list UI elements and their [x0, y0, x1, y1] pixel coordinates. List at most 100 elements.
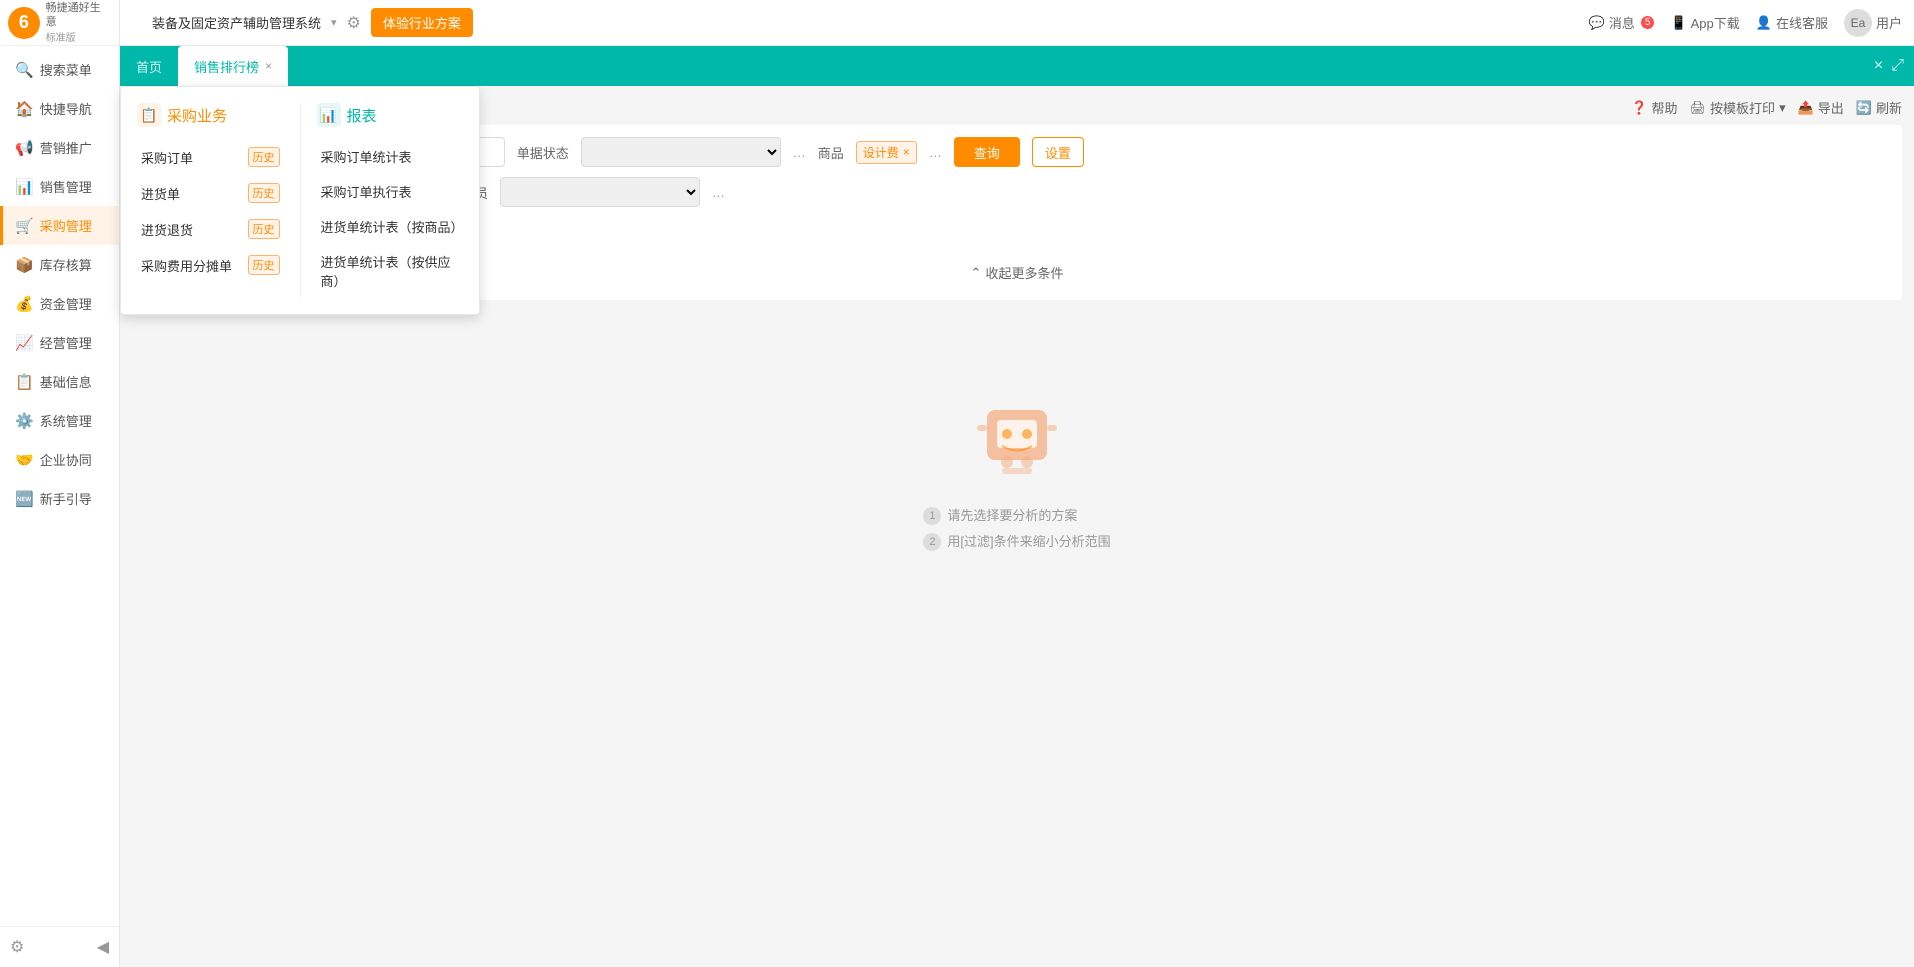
- dropdown-cols: 📋 采购业务 采购订单 历史 进货单 历史 进货退货 历史 采购费用分摊单 历史: [137, 103, 463, 298]
- menu-item-incoming-return[interactable]: 进货退货 历史: [137, 211, 284, 247]
- logo-name: 畅捷通好生意: [46, 1, 111, 30]
- sidebar-item-operations[interactable]: 📈 经营管理: [0, 323, 119, 362]
- menu-item-purchase-order[interactable]: 采购订单 历史: [137, 139, 284, 175]
- menu-item-incoming-stats-goods[interactable]: 进货单统计表（按商品）: [317, 209, 464, 244]
- hint-num-2: 2: [923, 533, 941, 551]
- service-icon: 👤: [1756, 15, 1772, 31]
- message-action[interactable]: 💬 消息 5: [1589, 13, 1655, 32]
- sidebar-item-enterprise[interactable]: 🤝 企业协同: [0, 440, 119, 479]
- print-action[interactable]: 🖨 按模板打印 ▾: [1690, 98, 1786, 117]
- salesman-select[interactable]: [500, 177, 700, 207]
- incoming-return-label: 进货退货: [141, 220, 193, 239]
- search-icon: 🔍: [15, 61, 34, 79]
- menu-item-purchase-expense[interactable]: 采购费用分摊单 历史: [137, 247, 284, 283]
- incoming-label: 进货单: [141, 184, 180, 203]
- industry-btn[interactable]: 体验行业方案: [371, 8, 473, 37]
- hint-item-2: 2 用[过滤]条件来缩小分析范围: [923, 529, 1110, 555]
- print-dropdown-icon[interactable]: ▾: [1779, 100, 1786, 116]
- finance-icon: 💰: [15, 295, 34, 313]
- menu-item-purchase-order-exec[interactable]: 采购订单执行表: [317, 174, 464, 209]
- search-button[interactable]: 查询: [954, 137, 1020, 167]
- tab-home-label: 首页: [136, 57, 162, 76]
- guide-icon: 🆕: [15, 490, 34, 508]
- menu-item-incoming[interactable]: 进货单 历史: [137, 175, 284, 211]
- collapse-sidebar-icon[interactable]: ◀: [97, 937, 109, 957]
- sales-icon: 📊: [15, 178, 34, 196]
- collapse-up-icon: ⌃: [971, 265, 982, 281]
- goods-dots[interactable]: …: [929, 145, 942, 160]
- purchase-expense-history: 历史: [248, 255, 280, 275]
- online-service-action[interactable]: 👤 在线客服: [1756, 13, 1828, 32]
- sidebar-label-sales: 销售管理: [40, 177, 92, 196]
- help-label: 帮助: [1652, 98, 1678, 117]
- header-settings-icon[interactable]: ⚙: [347, 13, 361, 33]
- header-middle: 装备及固定资产辅助管理系统 ▾ ⚙ 体验行业方案: [132, 8, 1589, 37]
- system-title: 装备及固定资产辅助管理系统: [152, 13, 321, 32]
- export-action[interactable]: 📤 导出: [1798, 98, 1844, 117]
- system-dropdown-icon[interactable]: ▾: [331, 16, 337, 29]
- tab-sales-rank[interactable]: 销售排行榜 ×: [178, 46, 288, 86]
- online-service-label: 在线客服: [1776, 13, 1828, 32]
- logo-icon: 6: [8, 7, 40, 39]
- sidebar-label-guide: 新手引导: [40, 489, 92, 508]
- user-label: 用户: [1876, 13, 1902, 32]
- sidebar-item-sales[interactable]: 📊 销售管理: [0, 167, 119, 206]
- hint-num-1: 1: [923, 507, 941, 525]
- sidebar-item-marketing[interactable]: 📢 营销推广: [0, 128, 119, 167]
- voucher-status-dots[interactable]: …: [793, 145, 806, 160]
- sidebar-item-finance[interactable]: 💰 资金管理: [0, 284, 119, 323]
- tab-sales-rank-label: 销售排行榜: [194, 57, 259, 76]
- sidebar-item-basics[interactable]: 📋 基础信息: [0, 362, 119, 401]
- empty-state: 1 请先选择要分析的方案 2 用[过滤]条件来缩小分析范围: [132, 310, 1902, 635]
- refresh-label: 刷新: [1876, 98, 1902, 117]
- message-icon: 💬: [1589, 15, 1605, 31]
- sidebar-label-search: 搜索菜单: [40, 60, 92, 79]
- collapse-btn[interactable]: ⌃ 收起更多条件: [971, 257, 1064, 288]
- refresh-icon: 🔄: [1856, 100, 1872, 116]
- purchase-expense-label: 采购费用分摊单: [141, 256, 232, 275]
- header-right: 💬 消息 5 📱 App下载 👤 在线客服 Ea 用户: [1589, 9, 1902, 37]
- print-icon: 🖨: [1690, 100, 1707, 116]
- sidebar-item-guide[interactable]: 🆕 新手引导: [0, 479, 119, 518]
- message-label: 消息: [1609, 13, 1635, 32]
- tab-bar: 首页 销售排行榜 × × ⤢: [120, 46, 1914, 86]
- help-action[interactable]: ❓ 帮助: [1631, 98, 1677, 117]
- col-divider: [300, 103, 301, 298]
- sidebar-item-quick-nav[interactable]: 🏠 快捷导航: [0, 89, 119, 128]
- empty-illustration: [967, 390, 1067, 483]
- menu-item-incoming-stats-supplier[interactable]: 进货单统计表（按供应商）: [317, 244, 464, 298]
- tab-close-icon[interactable]: ×: [265, 59, 272, 73]
- sidebar-bottom: ⚙ ◀: [0, 926, 119, 967]
- purchase-order-stats-label: 采购订单统计表: [321, 147, 412, 166]
- menu-item-purchase-order-stats[interactable]: 采购订单统计表: [317, 139, 464, 174]
- sidebar-label-basics: 基础信息: [40, 372, 92, 391]
- tab-home[interactable]: 首页: [120, 46, 178, 86]
- hint-text-2: 用[过滤]条件来缩小分析范围: [947, 529, 1110, 555]
- salesman-dots[interactable]: …: [712, 185, 725, 200]
- goods-tag-value: 设计费: [863, 144, 899, 161]
- sidebar-item-purchase[interactable]: 🛒 采购管理: [0, 206, 119, 245]
- settings-button[interactable]: 设置: [1032, 137, 1084, 167]
- refresh-action[interactable]: 🔄 刷新: [1856, 98, 1902, 117]
- goods-tag-remove[interactable]: ×: [903, 145, 910, 159]
- sidebar-item-system[interactable]: ⚙️ 系统管理: [0, 401, 119, 440]
- report-col-icon: 📊: [317, 103, 341, 127]
- purchase-col-icon: 📋: [137, 103, 161, 127]
- user-action[interactable]: Ea 用户: [1844, 9, 1902, 37]
- export-label: 导出: [1818, 98, 1844, 117]
- tab-close-window-icon[interactable]: ×: [1874, 57, 1883, 75]
- sidebar-label-purchase: 采购管理: [40, 216, 92, 235]
- sidebar-item-search[interactable]: 🔍 搜索菜单: [0, 50, 119, 89]
- settings-bottom-icon[interactable]: ⚙: [10, 937, 24, 957]
- purchase-order-exec-label: 采购订单执行表: [321, 182, 412, 201]
- sidebar-logo: 6 畅捷通好生意 标准版: [0, 0, 119, 46]
- empty-hints: 1 请先选择要分析的方案 2 用[过滤]条件来缩小分析范围: [923, 503, 1110, 555]
- sidebar-item-inventory[interactable]: 📦 库存核算: [0, 245, 119, 284]
- app-download-action[interactable]: 📱 App下载: [1670, 13, 1739, 32]
- voucher-status-label: 单据状态: [517, 143, 569, 162]
- purchase-icon: 🛒: [15, 217, 34, 235]
- purchase-order-history: 历史: [248, 147, 280, 167]
- voucher-status-select[interactable]: [581, 137, 781, 167]
- collapse-label: 收起更多条件: [985, 263, 1063, 282]
- tab-fullscreen-icon[interactable]: ⤢: [1891, 57, 1904, 75]
